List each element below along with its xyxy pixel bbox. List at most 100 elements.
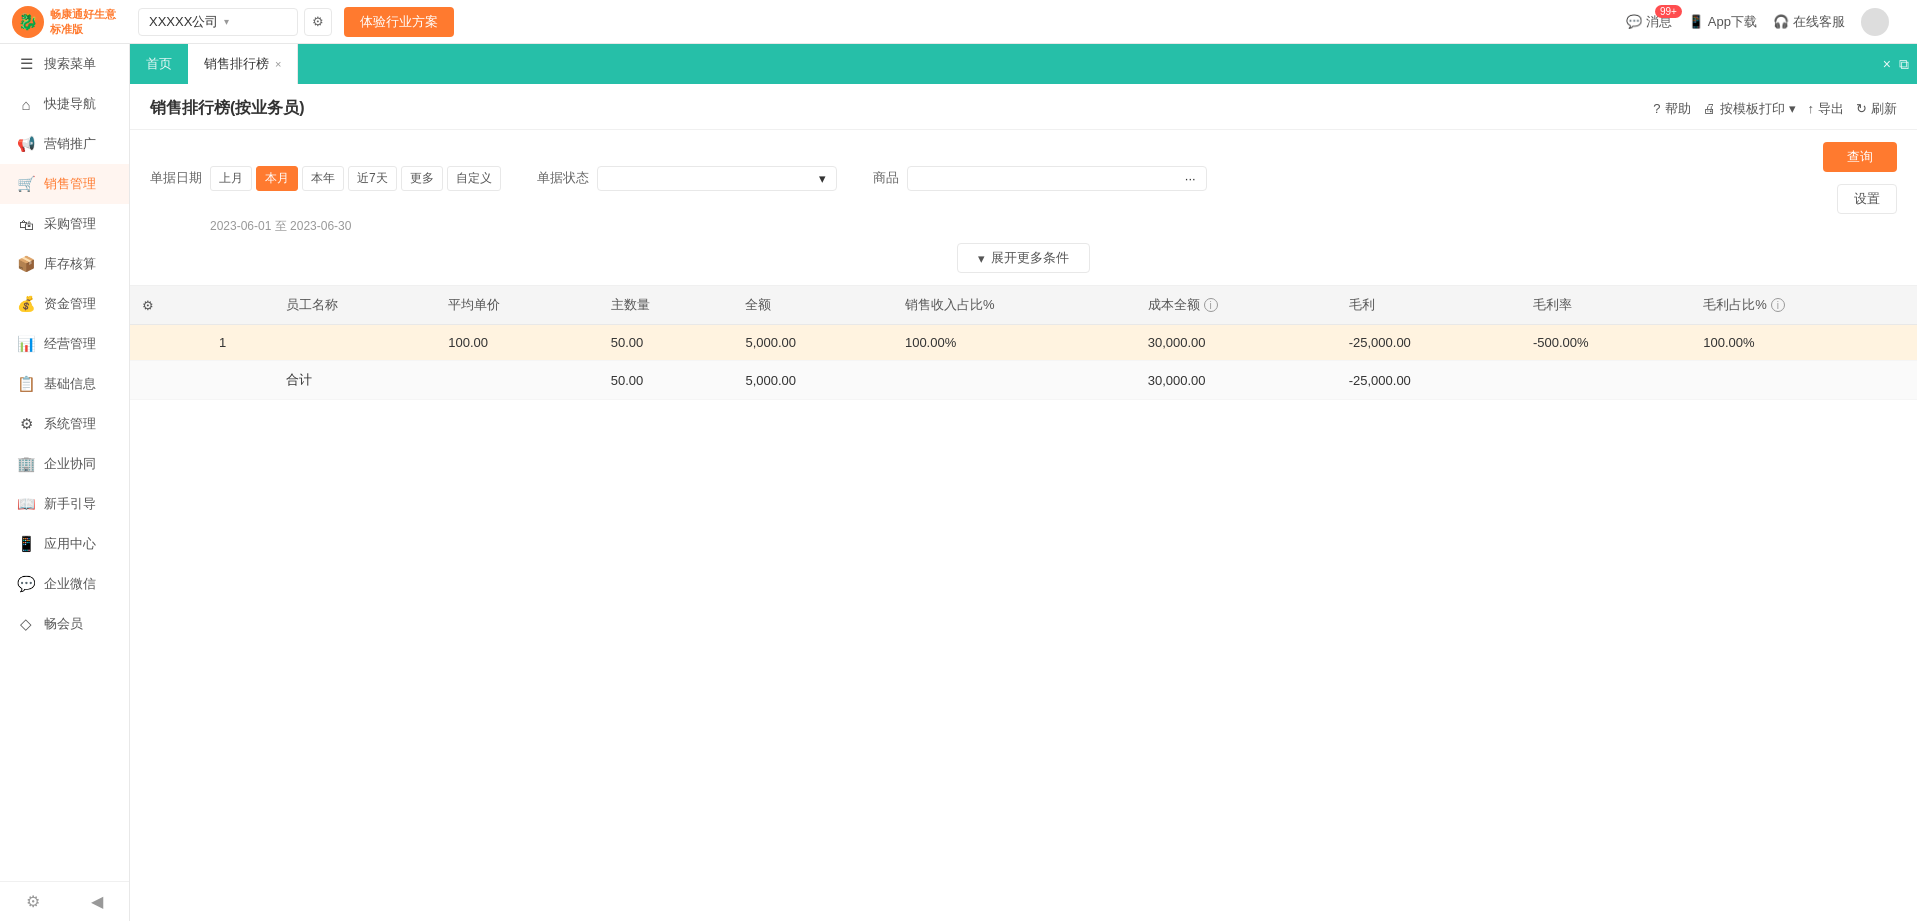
th-amount: 全额 bbox=[733, 286, 893, 325]
tab-close-icon[interactable]: × bbox=[275, 58, 281, 70]
export-icon: ↑ bbox=[1808, 101, 1815, 116]
goods-dots: ··· bbox=[1185, 171, 1196, 186]
sidebar-item-inventory[interactable]: 📦 库存核算 bbox=[0, 244, 129, 284]
notification-button[interactable]: 💬 消息 99+ bbox=[1626, 13, 1672, 31]
sidebar-collapse-icon[interactable]: ◀ bbox=[91, 892, 103, 911]
chevron-down-icon: ▾ bbox=[224, 16, 229, 27]
footer-sales-pct bbox=[893, 361, 1136, 400]
expand-more-button[interactable]: ▾ 展开更多条件 bbox=[957, 243, 1090, 273]
sidebar-settings-icon[interactable]: ⚙ bbox=[26, 892, 40, 911]
goods-filter: 商品 ··· bbox=[873, 166, 1207, 191]
tab-sales-ranking[interactable]: 销售排行榜 × bbox=[188, 44, 298, 84]
table-row: 1 100.00 50.00 5,000.00 100.00% 30,000.0… bbox=[130, 325, 1917, 361]
sidebar-item-enterprise[interactable]: 🏢 企业协同 bbox=[0, 444, 129, 484]
export-button[interactable]: ↑ 导出 bbox=[1808, 100, 1845, 118]
sidebar-item-search-order[interactable]: ☰ 搜索菜单 bbox=[0, 44, 129, 84]
company-selector[interactable]: XXXXX公司 ▾ bbox=[138, 8, 298, 36]
tab-home[interactable]: 首页 bbox=[130, 44, 188, 84]
date-btn-本年[interactable]: 本年 bbox=[302, 166, 344, 191]
page-title: 销售排行榜(按业务员) bbox=[150, 98, 305, 119]
status-select-chevron: ▾ bbox=[819, 171, 826, 186]
help-button[interactable]: ? 帮助 bbox=[1653, 100, 1690, 118]
date-btn-更多[interactable]: 更多 bbox=[401, 166, 443, 191]
base-info-icon: 📋 bbox=[16, 375, 36, 393]
cost-info-icon[interactable]: i bbox=[1204, 298, 1218, 312]
settings-button[interactable]: 设置 bbox=[1837, 184, 1897, 214]
sidebar-item-guide[interactable]: 📖 新手引导 bbox=[0, 484, 129, 524]
avatar[interactable] bbox=[1861, 8, 1889, 36]
base-info-label: 基础信息 bbox=[44, 375, 96, 393]
th-settings[interactable]: ⚙ bbox=[130, 286, 207, 325]
guide-icon: 📖 bbox=[16, 495, 36, 513]
footer-gross-pct bbox=[1691, 361, 1917, 400]
sidebar-item-wechat[interactable]: 💬 企业微信 bbox=[0, 564, 129, 604]
th-qty: 主数量 bbox=[599, 286, 734, 325]
print-chevron-icon: ▾ bbox=[1789, 101, 1796, 116]
inventory-icon: 📦 bbox=[16, 255, 36, 273]
th-cost: 成本全额 i bbox=[1136, 286, 1337, 325]
goods-select[interactable]: ··· bbox=[907, 166, 1207, 191]
sidebar-item-system[interactable]: ⚙ 系统管理 bbox=[0, 404, 129, 444]
tab-close-window-icon[interactable]: × bbox=[1883, 56, 1891, 72]
cell-cost: 30,000.00 bbox=[1136, 325, 1337, 361]
goods-filter-label: 商品 bbox=[873, 169, 899, 187]
footer-gross-rate bbox=[1521, 361, 1691, 400]
sidebar-item-purchase[interactable]: 🛍 采购管理 bbox=[0, 204, 129, 244]
th-sales-pct: 销售收入占比% bbox=[893, 286, 1136, 325]
tab-restore-icon[interactable]: ⧉ bbox=[1899, 56, 1909, 73]
sidebar-item-base-info[interactable]: 📋 基础信息 bbox=[0, 364, 129, 404]
sidebar-item-sales[interactable]: 🛒 销售管理 bbox=[0, 164, 129, 204]
date-filter: 单据日期 上月本月本年近7天更多自定义 bbox=[150, 166, 501, 191]
message-icon: 💬 bbox=[1626, 14, 1642, 29]
query-button[interactable]: 查询 bbox=[1823, 142, 1897, 172]
help-icon: ? bbox=[1653, 101, 1660, 116]
sales-label: 销售管理 bbox=[44, 175, 96, 193]
sidebar-item-quick-nav[interactable]: ⌂ 快捷导航 bbox=[0, 84, 129, 124]
filter-area: 单据日期 上月本月本年近7天更多自定义 单据状态 ▾ bbox=[130, 130, 1917, 286]
date-btn-上月[interactable]: 上月 bbox=[210, 166, 252, 191]
footer-label: 合计 bbox=[274, 361, 436, 400]
data-table: ⚙ 员工名称 平均单价 主数量 全额 销售收入占比% 成本全额 bbox=[130, 286, 1917, 400]
footer-qty: 50.00 bbox=[599, 361, 734, 400]
sales-icon: 🛒 bbox=[16, 175, 36, 193]
date-range-display: 2023-06-01 至 2023-06-30 bbox=[210, 219, 351, 233]
notification-badge: 99+ bbox=[1655, 5, 1682, 18]
settings-icon[interactable]: ⚙ bbox=[304, 8, 332, 36]
sidebar-item-marketing[interactable]: 📢 营销推广 bbox=[0, 124, 129, 164]
table-footer-row: 合计 50.00 5,000.00 30,000.00 -25,000.00 bbox=[130, 361, 1917, 400]
purchase-icon: 🛍 bbox=[16, 216, 36, 233]
footer-settings bbox=[130, 361, 207, 400]
print-button[interactable]: 🖨 按模板打印 ▾ bbox=[1703, 100, 1796, 118]
status-select[interactable]: ▾ bbox=[597, 166, 837, 191]
phone-icon: 📱 bbox=[1688, 14, 1704, 29]
trial-button[interactable]: 体验行业方案 bbox=[344, 7, 454, 37]
inventory-label: 库存核算 bbox=[44, 255, 96, 273]
sidebar-item-operations[interactable]: 📊 经营管理 bbox=[0, 324, 129, 364]
footer-avg-price bbox=[436, 361, 598, 400]
date-btn-近7天[interactable]: 近7天 bbox=[348, 166, 397, 191]
enterprise-label: 企业协同 bbox=[44, 455, 96, 473]
wechat-label: 企业微信 bbox=[44, 575, 96, 593]
date-btn-本月[interactable]: 本月 bbox=[256, 166, 298, 191]
sidebar-item-app-center[interactable]: 📱 应用中心 bbox=[0, 524, 129, 564]
cell-sales-pct: 100.00% bbox=[893, 325, 1136, 361]
sidebar-item-finance[interactable]: 💰 资金管理 bbox=[0, 284, 129, 324]
status-filter: 单据状态 ▾ bbox=[537, 166, 837, 191]
gross-pct-info-icon[interactable]: i bbox=[1771, 298, 1785, 312]
page-header: 销售排行榜(按业务员) ? 帮助 🖨 按模板打印 ▾ ↑ bbox=[130, 84, 1917, 130]
date-filter-label: 单据日期 bbox=[150, 169, 202, 187]
guide-label: 新手引导 bbox=[44, 495, 96, 513]
headset-icon: 🎧 bbox=[1773, 14, 1789, 29]
date-btn-自定义[interactable]: 自定义 bbox=[447, 166, 501, 191]
finance-label: 资金管理 bbox=[44, 295, 96, 313]
refresh-button[interactable]: ↻ 刷新 bbox=[1856, 100, 1897, 118]
app-download-button[interactable]: 📱 App下载 bbox=[1688, 13, 1757, 31]
column-settings-icon[interactable]: ⚙ bbox=[142, 298, 154, 313]
sidebar-item-member[interactable]: ◇ 畅会员 bbox=[0, 604, 129, 644]
cell-gross-pct: 100.00% bbox=[1691, 325, 1917, 361]
operations-icon: 📊 bbox=[16, 335, 36, 353]
search-order-icon: ☰ bbox=[16, 55, 36, 73]
online-service-button[interactable]: 🎧 在线客服 bbox=[1773, 13, 1845, 31]
purchase-label: 采购管理 bbox=[44, 215, 96, 233]
search-order-label: 搜索菜单 bbox=[44, 55, 96, 73]
